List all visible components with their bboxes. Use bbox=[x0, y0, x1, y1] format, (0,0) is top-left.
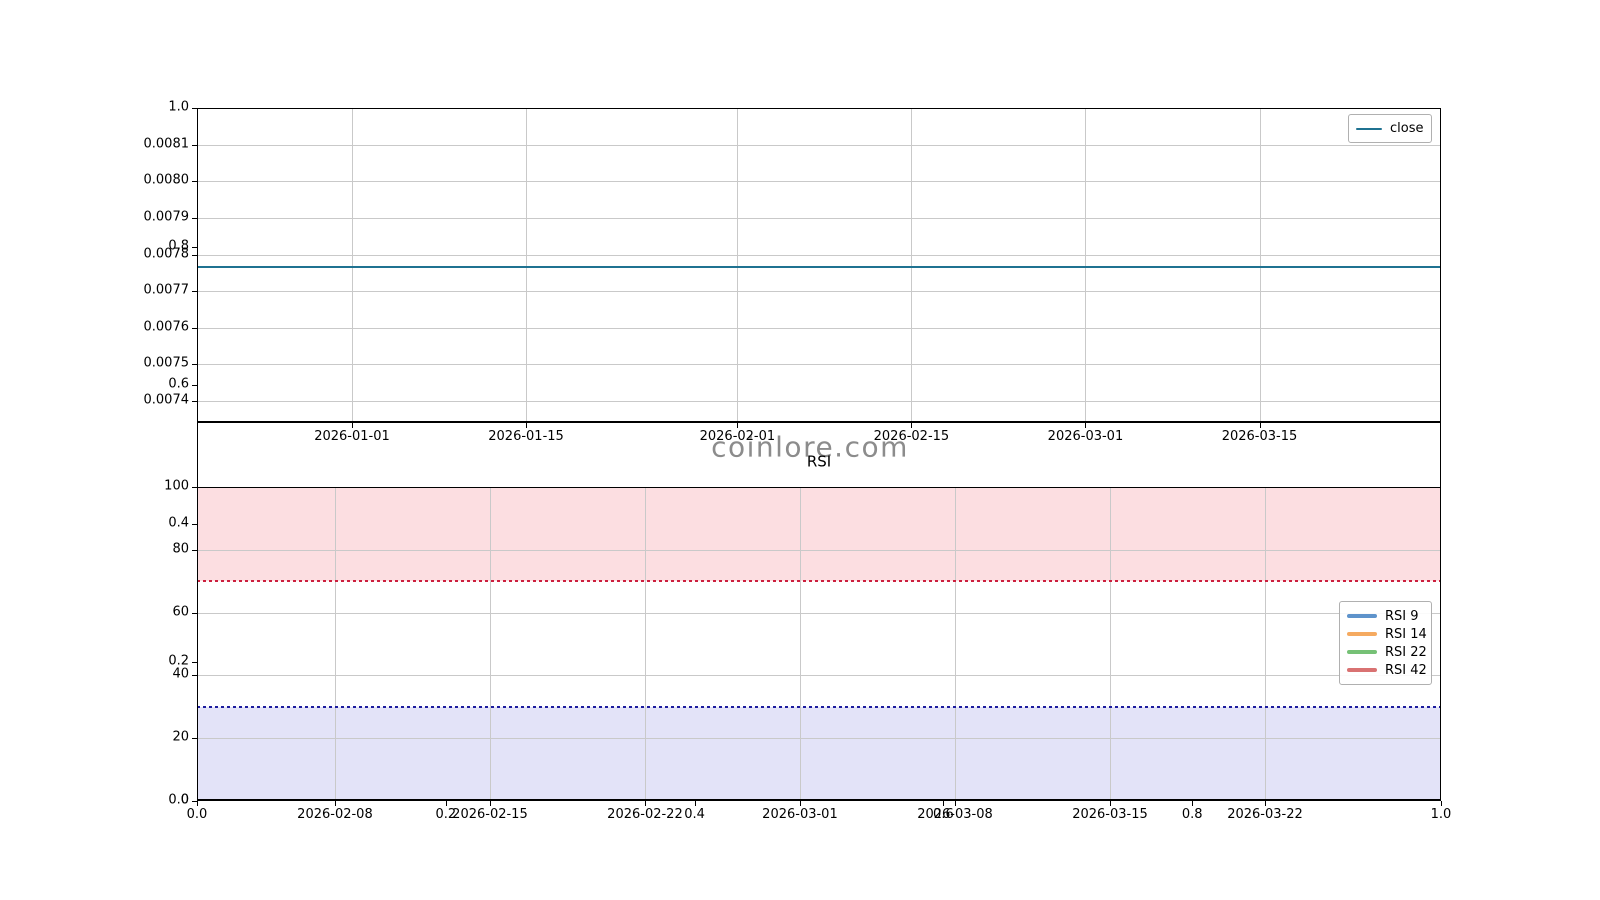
tick-mark bbox=[192, 385, 197, 387]
rsi-x-tick-label: 2026-02-22 bbox=[607, 807, 683, 822]
rsi-x-tick-label: 2026-03-22 bbox=[1227, 807, 1303, 822]
tick-mark bbox=[799, 801, 801, 806]
tick-mark bbox=[192, 254, 197, 256]
rsi-legend: RSI 9 RSI 14 RSI 22 RSI 42 bbox=[1339, 601, 1432, 685]
price-y-tick-label: 0.0079 bbox=[143, 209, 190, 225]
tick-mark bbox=[489, 801, 491, 806]
overlay-x-tick-label: 0.6 bbox=[933, 807, 954, 822]
tick-mark bbox=[526, 423, 528, 428]
tick-mark bbox=[197, 801, 198, 806]
legend-entry: RSI 9 bbox=[1347, 607, 1424, 625]
rsi-y-tick-label: 60 bbox=[172, 604, 189, 620]
price-x-tick-label: 2026-01-15 bbox=[488, 429, 564, 444]
price-x-tick-label: 2026-03-15 bbox=[1221, 429, 1298, 444]
tick-mark bbox=[1085, 423, 1087, 428]
legend-label: RSI 9 bbox=[1385, 608, 1419, 624]
tick-mark bbox=[1441, 801, 1442, 806]
rsi-x-tick-label: 2026-02-15 bbox=[452, 807, 528, 822]
tick-mark bbox=[1264, 801, 1266, 806]
overlay-x-tick-label: 1.0 bbox=[1430, 807, 1452, 822]
tick-mark bbox=[644, 801, 646, 806]
price-y-tick-label: 0.0081 bbox=[143, 136, 190, 152]
overlay-x-tick-label: 0.8 bbox=[1181, 807, 1203, 822]
tick-mark bbox=[1109, 801, 1111, 806]
overlay-x-tick-label: 0.4 bbox=[684, 807, 705, 822]
overlay-y-tick-label: 0.2 bbox=[168, 653, 189, 669]
tick-mark bbox=[192, 291, 197, 293]
tick-mark bbox=[911, 423, 913, 428]
tick-mark bbox=[192, 675, 197, 677]
rsi-y-tick-label: 40 bbox=[172, 666, 189, 682]
legend-entry: RSI 22 bbox=[1347, 643, 1427, 661]
tick-mark bbox=[192, 144, 197, 146]
tick-mark bbox=[954, 801, 956, 806]
legend-line-swatch bbox=[1347, 614, 1377, 618]
tick-mark bbox=[737, 423, 739, 428]
legend-label: RSI 14 bbox=[1385, 626, 1427, 642]
legend-line-swatch bbox=[1347, 650, 1377, 654]
overlay-x-tick-label: 0.0 bbox=[186, 807, 208, 822]
figure-canvas: coinlore.com RSI 0.0081 0.0080 0.0079 0.007… bbox=[0, 0, 1600, 900]
price-y-tick-label: 0.0075 bbox=[143, 355, 190, 371]
tick-mark bbox=[445, 801, 447, 806]
tick-mark bbox=[334, 801, 336, 806]
tick-mark bbox=[192, 549, 197, 551]
rsi-y-tick-label: 100 bbox=[164, 478, 189, 494]
legend-label: RSI 42 bbox=[1385, 662, 1427, 678]
rsi-y-tick-label: 20 bbox=[172, 729, 189, 745]
rsi-x-tick-label: 2026-03-15 bbox=[1072, 807, 1148, 822]
close-legend: close bbox=[1348, 114, 1432, 143]
legend-entry: close bbox=[1356, 120, 1424, 137]
tick-mark bbox=[192, 401, 197, 403]
overlay-x-tick-label: 0.2 bbox=[435, 807, 457, 822]
legend-line-swatch bbox=[1356, 127, 1382, 130]
rsi-x-tick-label: 2026-03-08 bbox=[917, 807, 993, 822]
price-x-tick-label: 2026-02-15 bbox=[873, 429, 950, 444]
tick-mark bbox=[192, 108, 197, 109]
overlay-y-tick-label: 0.6 bbox=[168, 376, 189, 392]
legend-label: close bbox=[1390, 121, 1424, 136]
tick-mark bbox=[192, 246, 197, 248]
tick-mark bbox=[192, 217, 197, 219]
legend-line-swatch bbox=[1347, 632, 1377, 636]
tick-mark bbox=[1259, 423, 1261, 428]
overlay-axes-box bbox=[197, 108, 1441, 801]
overlay-y-tick-label: 0.0 bbox=[168, 792, 189, 808]
tick-mark bbox=[192, 738, 197, 740]
tick-mark bbox=[1192, 801, 1194, 806]
legend-line-swatch bbox=[1347, 668, 1377, 672]
rsi-y-tick-label: 80 bbox=[172, 541, 189, 557]
tick-mark bbox=[192, 327, 197, 329]
overlay-y-tick-label: 1.0 bbox=[168, 99, 189, 115]
legend-entry: RSI 14 bbox=[1347, 625, 1427, 643]
price-x-tick-label: 2026-02-01 bbox=[699, 429, 776, 444]
tick-mark bbox=[192, 662, 197, 664]
rsi-x-tick-label: 2026-03-01 bbox=[762, 807, 838, 822]
price-x-tick-label: 2026-03-01 bbox=[1047, 429, 1124, 444]
tick-mark bbox=[694, 801, 696, 806]
price-y-tick-label: 0.0077 bbox=[143, 282, 190, 298]
tick-mark bbox=[943, 801, 945, 806]
price-y-tick-label: 0.0074 bbox=[143, 392, 190, 408]
overlay-y-tick-label: 0.4 bbox=[168, 515, 189, 531]
price-y-tick-label: 0.0080 bbox=[143, 172, 190, 188]
tick-mark bbox=[192, 181, 197, 183]
legend-entry: RSI 42 bbox=[1347, 661, 1427, 679]
tick-mark bbox=[192, 612, 197, 614]
price-x-tick-label: 2026-01-01 bbox=[314, 429, 390, 444]
tick-mark bbox=[192, 523, 197, 525]
tick-mark bbox=[192, 487, 197, 488]
price-y-tick-label: 0.0076 bbox=[143, 319, 190, 335]
tick-mark bbox=[192, 364, 197, 366]
tick-mark bbox=[352, 423, 353, 428]
overlay-y-tick-label: 0.8 bbox=[168, 238, 189, 254]
legend-label: RSI 22 bbox=[1385, 644, 1427, 660]
rsi-x-tick-label: 2026-02-08 bbox=[297, 807, 373, 822]
